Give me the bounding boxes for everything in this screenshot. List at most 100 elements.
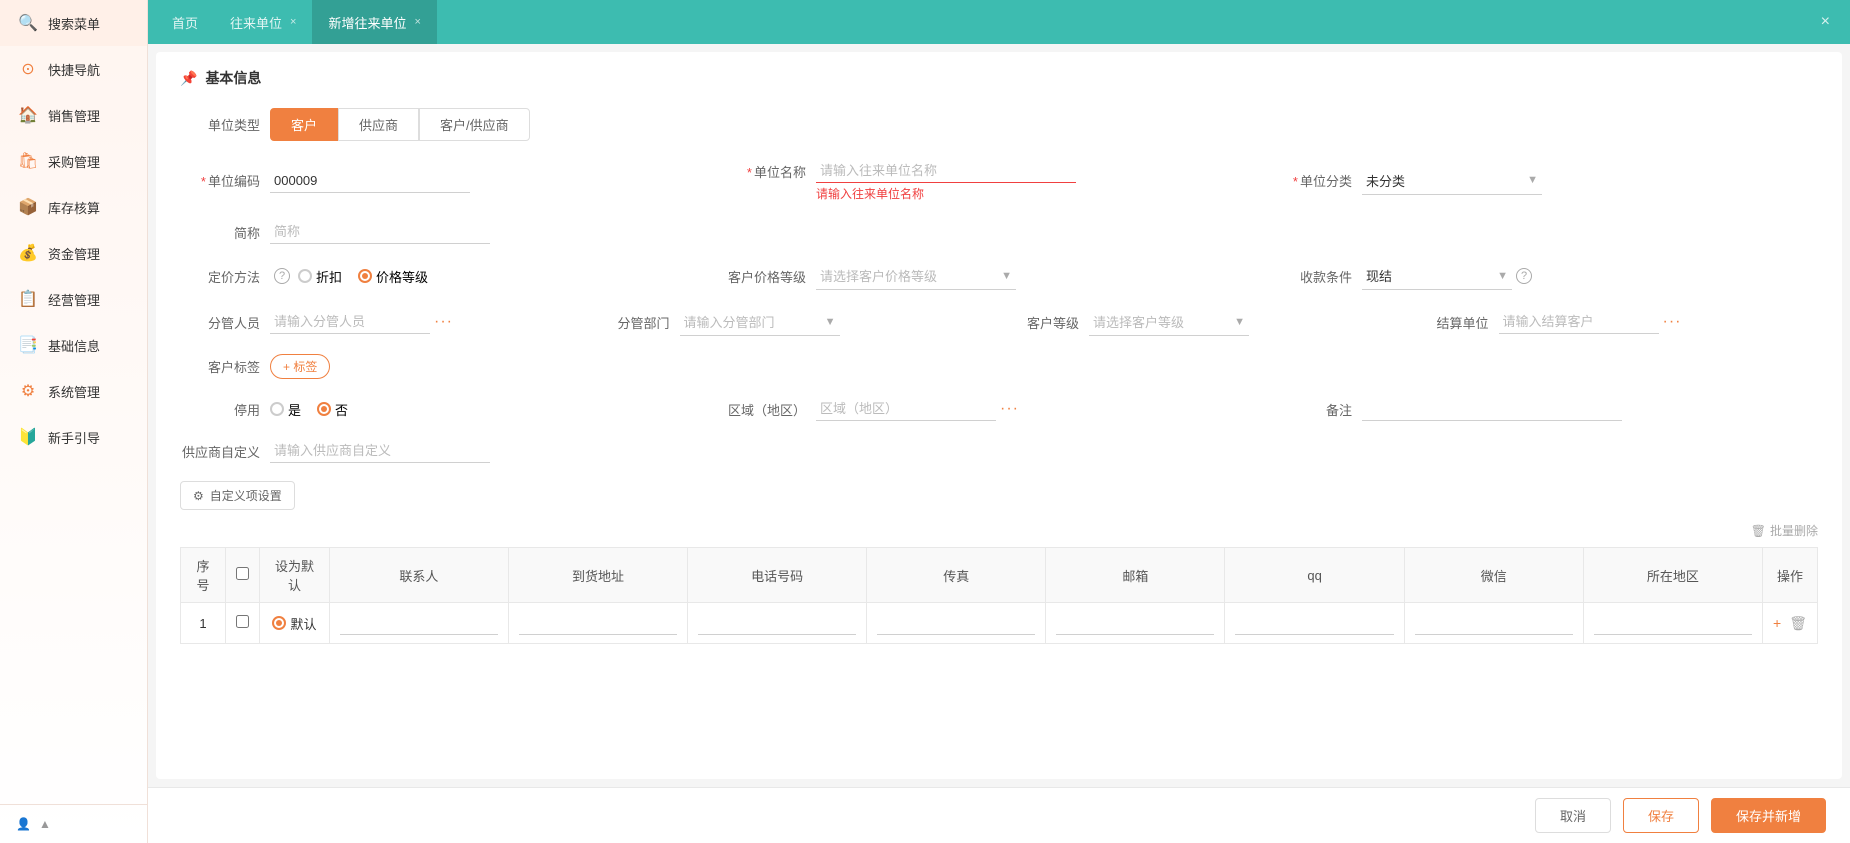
tab-partner-list-close[interactable]: × [290,16,296,28]
fax-input[interactable] [877,611,1035,635]
unit-code-label: 单位编码 [180,171,260,190]
row-default-radio[interactable]: 默认 [270,614,319,633]
type-btn-customer[interactable]: 客户 [270,108,338,141]
region-dots[interactable]: ··· [996,400,1023,418]
sidebar-item-system[interactable]: ⚙ 系统管理 [0,368,147,414]
customer-tag-row: 客户标签 + 标签 [180,354,1818,379]
batch-delete-area: 🗑 批量删除 [180,522,1818,539]
sidebar-item-basic[interactable]: 📑 基础信息 [0,322,147,368]
pricing-help-icon[interactable]: ? [274,268,290,284]
th-phone: 电话号码 [688,548,867,603]
sidebar-item-sales[interactable]: 🏠 销售管理 [0,92,147,138]
main-close-button[interactable]: × [1809,13,1842,31]
email-input[interactable] [1056,611,1214,635]
region-label: 区域（地区） [726,400,806,419]
tab-partner-list[interactable]: 往来单位 × [214,0,312,44]
payment-terms-label: 收款条件 [1272,267,1352,286]
unit-name-input[interactable] [816,159,1076,183]
dept-placeholder: 请输入分管部门 [684,312,821,331]
th-wechat: 微信 [1404,548,1583,603]
tab-new-partner[interactable]: 新增往来单位 × [312,0,436,44]
customer-price-level-label: 客户价格等级 [726,267,806,286]
pricing-row: 定价方法 ? 折扣 价格等级 客户价格等级 请选择客户价格等级 [180,262,1818,290]
payment-terms-select[interactable]: 现结 ▼ [1362,262,1512,290]
short-name-input[interactable] [270,220,490,244]
short-name-row: 简称 [180,220,1818,244]
customer-level-arrow: ▼ [1234,316,1245,328]
ops-icon: 📋 [18,289,38,309]
tab-home[interactable]: 首页 [156,0,214,44]
qq-input[interactable] [1235,611,1393,635]
row-checkbox[interactable] [236,615,249,628]
disable-field: 停用 是 否 [180,400,702,419]
sidebar-item-purchase[interactable]: 🛍 采购管理 [0,138,147,184]
unit-code-input[interactable] [270,169,470,193]
contact-input[interactable] [340,611,498,635]
save-button[interactable]: 保存 [1623,798,1699,833]
th-fax: 传真 [867,548,1046,603]
batch-delete-button[interactable]: 🗑 批量删除 [1751,522,1818,539]
tab-new-partner-close[interactable]: × [414,16,420,28]
save-new-button[interactable]: 保存并新增 [1711,798,1826,833]
payment-help-icon[interactable]: ? [1516,268,1532,284]
dept-select[interactable]: 请输入分管部门 ▼ [680,308,840,336]
settlement-unit-dots[interactable]: ··· [1659,313,1686,331]
sidebar-bottom-expand[interactable]: ▲ [39,817,51,831]
sidebar-item-ops[interactable]: 📋 经营管理 [0,276,147,322]
tab-home-label: 首页 [172,13,198,32]
radio-discount-circle [298,269,312,283]
radio-disable-no[interactable]: 否 [317,400,348,419]
table-row: 1 默认 [181,603,1818,644]
td-phone [688,603,867,644]
sales-icon: 🏠 [18,105,38,125]
custom-settings-label: 自定义项设置 [210,487,282,504]
unit-category-label: 单位分类 [1272,171,1352,190]
address-input[interactable] [519,611,677,635]
payment-terms-field: 收款条件 现结 ▼ ? [1272,262,1794,290]
manager-field: 分管人员 ··· [180,310,566,334]
radio-price-level[interactable]: 价格等级 [358,267,428,286]
supplier-custom-input[interactable] [270,439,490,463]
sidebar-item-inventory[interactable]: 📦 库存核算 [0,184,147,230]
type-btn-supplier[interactable]: 供应商 [338,108,419,141]
purchase-icon: 🛍 [18,151,38,171]
sidebar-item-finance[interactable]: 💰 资金管理 [0,230,147,276]
radio-disable-yes[interactable]: 是 [270,400,301,419]
cancel-button[interactable]: 取消 [1535,798,1611,833]
sidebar-item-quicknav[interactable]: ⊙ 快捷导航 [0,46,147,92]
page-content: 📌 基本信息 单位类型 客户 供应商 客户/供应商 单位编码 单位名称 [156,52,1842,779]
settlement-unit-input[interactable] [1499,310,1659,334]
tag-add-button[interactable]: + 标签 [270,354,330,379]
disable-label: 停用 [180,400,260,419]
row-add-button[interactable]: + [1773,615,1781,631]
pricing-method-field: 定价方法 ? 折扣 价格等级 [180,267,702,286]
customer-price-level-arrow: ▼ [1001,270,1012,282]
batch-delete-label: 批量删除 [1770,522,1818,539]
sidebar-item-search[interactable]: 🔍 搜索菜单 [0,0,147,46]
row-default-circle [272,616,286,630]
remark-input[interactable] [1362,397,1622,421]
phone-input[interactable] [698,611,856,635]
customer-price-level-select[interactable]: 请选择客户价格等级 ▼ [816,262,1016,290]
customer-level-select[interactable]: 请选择客户等级 ▼ [1089,308,1249,336]
custom-settings-button[interactable]: ⚙ 自定义项设置 [180,481,295,510]
td-checkbox [226,603,260,644]
row-actions: + 🗑 [1773,615,1807,632]
finance-icon: 💰 [18,243,38,263]
sidebar-item-label: 资金管理 [48,244,100,263]
sidebar-item-newguide[interactable]: 🔰 新手引导 [0,414,147,460]
td-contact [329,603,508,644]
region-table-input[interactable] [1594,611,1752,635]
td-region [1583,603,1762,644]
radio-discount[interactable]: 折扣 [298,267,342,286]
row-delete-button[interactable]: 🗑 [1789,615,1807,632]
wechat-input[interactable] [1415,611,1573,635]
manager-dots[interactable]: ··· [430,313,457,331]
region-input[interactable] [816,397,996,421]
unit-category-select[interactable]: 未分类 ▼ [1362,167,1542,195]
sidebar-item-label: 采购管理 [48,152,100,171]
row-default-label: 默认 [290,614,316,633]
select-all-checkbox[interactable] [236,567,249,580]
type-btn-both[interactable]: 客户/供应商 [419,108,530,141]
manager-input[interactable] [270,310,430,334]
